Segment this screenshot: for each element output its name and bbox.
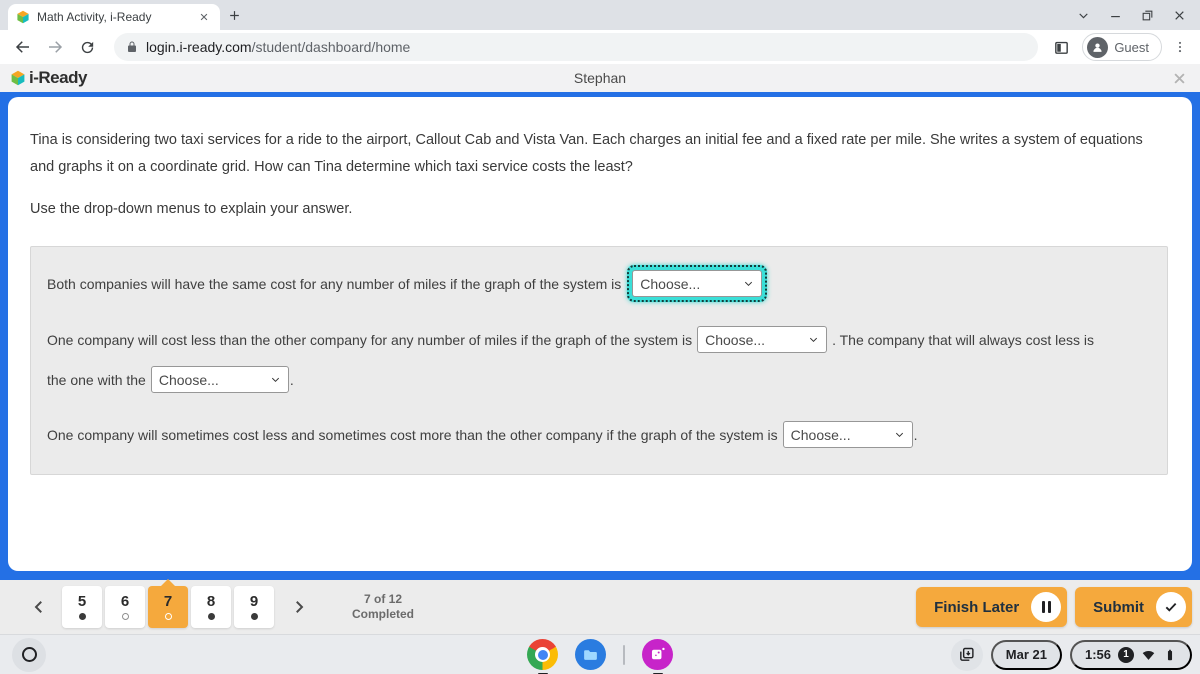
submit-label: Submit	[1093, 598, 1144, 616]
launcher-icon[interactable]	[12, 637, 46, 672]
url-domain: login.i-ready.com	[146, 39, 252, 55]
browser-toolbar: login.i-ready.com/student/dashboard/home…	[0, 30, 1200, 64]
page-5-dot	[78, 613, 86, 620]
check-icon	[1156, 592, 1186, 622]
activity-content: Tina is considering two taxi services fo…	[8, 97, 1192, 571]
page-9-dot	[250, 613, 258, 620]
tab-close-icon[interactable]	[196, 9, 212, 25]
window-chevron-down-icon[interactable]	[1072, 4, 1094, 26]
tab-title: Math Activity, i-Ready	[37, 10, 152, 24]
files-app-icon[interactable]	[575, 639, 606, 670]
screen-capture-icon[interactable]	[950, 638, 983, 671]
finish-later-button[interactable]: Finish Later	[916, 587, 1068, 627]
lock-icon	[126, 41, 138, 53]
dropdown-1-value: Choose...	[640, 275, 701, 292]
date-pill[interactable]: Mar 21	[990, 639, 1062, 670]
dropdown-cost-less[interactable]: Choose...	[697, 326, 828, 353]
chevron-down-icon	[271, 377, 279, 382]
question-instruction: Use the drop-down menus to explain your …	[30, 201, 353, 217]
activity-close-icon[interactable]	[1170, 69, 1188, 87]
window-minimize-icon[interactable]	[1104, 4, 1126, 26]
activity-frame: Tina is considering two taxi services fo…	[0, 92, 1200, 580]
guest-profile-button[interactable]: Guest	[1082, 33, 1162, 61]
period-text: .	[289, 371, 294, 388]
statement-1-text: Both companies will have the same cost f…	[47, 275, 622, 292]
page-7-dot	[164, 613, 172, 620]
wifi-icon	[1142, 650, 1155, 660]
shelf-separator	[623, 644, 625, 665]
submit-button[interactable]: Submit	[1075, 587, 1192, 627]
chromeos-shelf: Mar 21 1:56 1	[0, 634, 1200, 674]
statement-row-3: One company will sometimes cost less and…	[47, 421, 1151, 448]
chevron-down-icon	[810, 337, 818, 342]
browser-menu-icon[interactable]	[1170, 34, 1190, 60]
chevron-down-icon	[745, 281, 753, 286]
page-9-button[interactable]: 9	[234, 586, 274, 628]
page-8-dot	[207, 613, 215, 620]
system-tray: Mar 21 1:56 1	[950, 638, 1192, 671]
guest-label: Guest	[1114, 39, 1149, 55]
page-5-button[interactable]: 5	[62, 586, 102, 628]
chevron-down-icon	[895, 432, 903, 437]
progress-sub: Completed	[352, 607, 415, 621]
pager-next-icon[interactable]	[286, 594, 312, 620]
battery-icon	[1167, 649, 1173, 660]
page-8-button[interactable]: 8	[191, 586, 231, 628]
student-name: Stephan	[573, 70, 627, 86]
window-controls	[1072, 4, 1200, 26]
forward-icon[interactable]	[42, 34, 68, 60]
shelf-time: 1:56	[1084, 647, 1111, 662]
notification-badge: 1	[1118, 646, 1134, 663]
statement-2-cont-text: the one with the	[47, 371, 146, 388]
toolbar-right: Guest	[1048, 33, 1190, 61]
status-area[interactable]: 1:56 1	[1069, 639, 1192, 670]
window-restore-icon[interactable]	[1136, 4, 1158, 26]
reload-icon[interactable]	[74, 34, 100, 60]
new-tab-icon[interactable]	[220, 1, 248, 29]
url-text: login.i-ready.com/student/dashboard/home	[146, 39, 410, 55]
progress-indicator: 7 of 12 Completed	[352, 592, 414, 622]
browser-tab-strip: Math Activity, i-Ready	[0, 0, 1200, 30]
dropdown-1-focus-highlight: Choose...	[627, 265, 768, 302]
chrome-icon[interactable]	[527, 639, 558, 674]
statement-2-text: One company will cost less than the othe…	[47, 331, 693, 348]
statement-3-text: One company will sometimes cost less and…	[47, 426, 778, 443]
dropdown-one-with-the[interactable]: Choose...	[150, 366, 289, 393]
side-panel-icon[interactable]	[1048, 34, 1074, 60]
statement-row-2-continued: the one with the Choose... .	[47, 366, 1151, 393]
iready-header: i-Ready Stephan	[0, 64, 1200, 92]
finish-later-label: Finish Later	[934, 598, 1020, 616]
shelf-date: Mar 21	[1005, 647, 1047, 662]
page-6-dot	[121, 613, 129, 620]
statement-row-2: One company will cost less than the othe…	[47, 326, 1151, 353]
screencast-app-icon[interactable]	[642, 639, 673, 674]
statement-row-1: Both companies will have the same cost f…	[47, 265, 1151, 302]
statement-2-after-text: . The company that will always cost less…	[832, 331, 1095, 348]
browser-tab[interactable]: Math Activity, i-Ready	[8, 4, 220, 30]
selected-page-pointer	[160, 579, 176, 587]
question-prompt: Tina is considering two taxi services fo…	[30, 132, 1143, 175]
dropdown-4-value: Choose...	[790, 426, 851, 443]
back-icon[interactable]	[10, 34, 36, 60]
page-7-button-selected[interactable]: 7	[148, 579, 188, 628]
pause-icon	[1031, 592, 1062, 622]
window-close-icon[interactable]	[1168, 4, 1190, 26]
dropdown-same-cost[interactable]: Choose...	[632, 270, 763, 297]
statements-box: Both companies will have the same cost f…	[30, 246, 1168, 475]
dropdown-2-value: Choose...	[705, 331, 766, 348]
dropdown-3-value: Choose...	[158, 371, 219, 388]
progress-count: 7 of 12	[364, 592, 403, 606]
period-text: .	[913, 426, 918, 443]
page-6-button[interactable]: 6	[105, 586, 145, 628]
address-bar[interactable]: login.i-ready.com/student/dashboard/home	[114, 33, 1039, 61]
avatar	[1087, 36, 1109, 58]
page-cards: 5 6 7 8 9	[62, 579, 274, 628]
url-path: /student/dashboard/home	[251, 39, 411, 55]
activity-footer: 5 6 7 8 9 7 of 12 Completed Finish Later…	[0, 579, 1200, 634]
chromeos-screen: Math Activity, i-Ready login.i-ready.com…	[0, 0, 1200, 674]
shelf-apps	[527, 639, 673, 674]
dropdown-sometimes[interactable]: Choose...	[782, 421, 913, 448]
iready-favicon	[16, 10, 30, 24]
pager-previous-icon[interactable]	[26, 594, 52, 620]
